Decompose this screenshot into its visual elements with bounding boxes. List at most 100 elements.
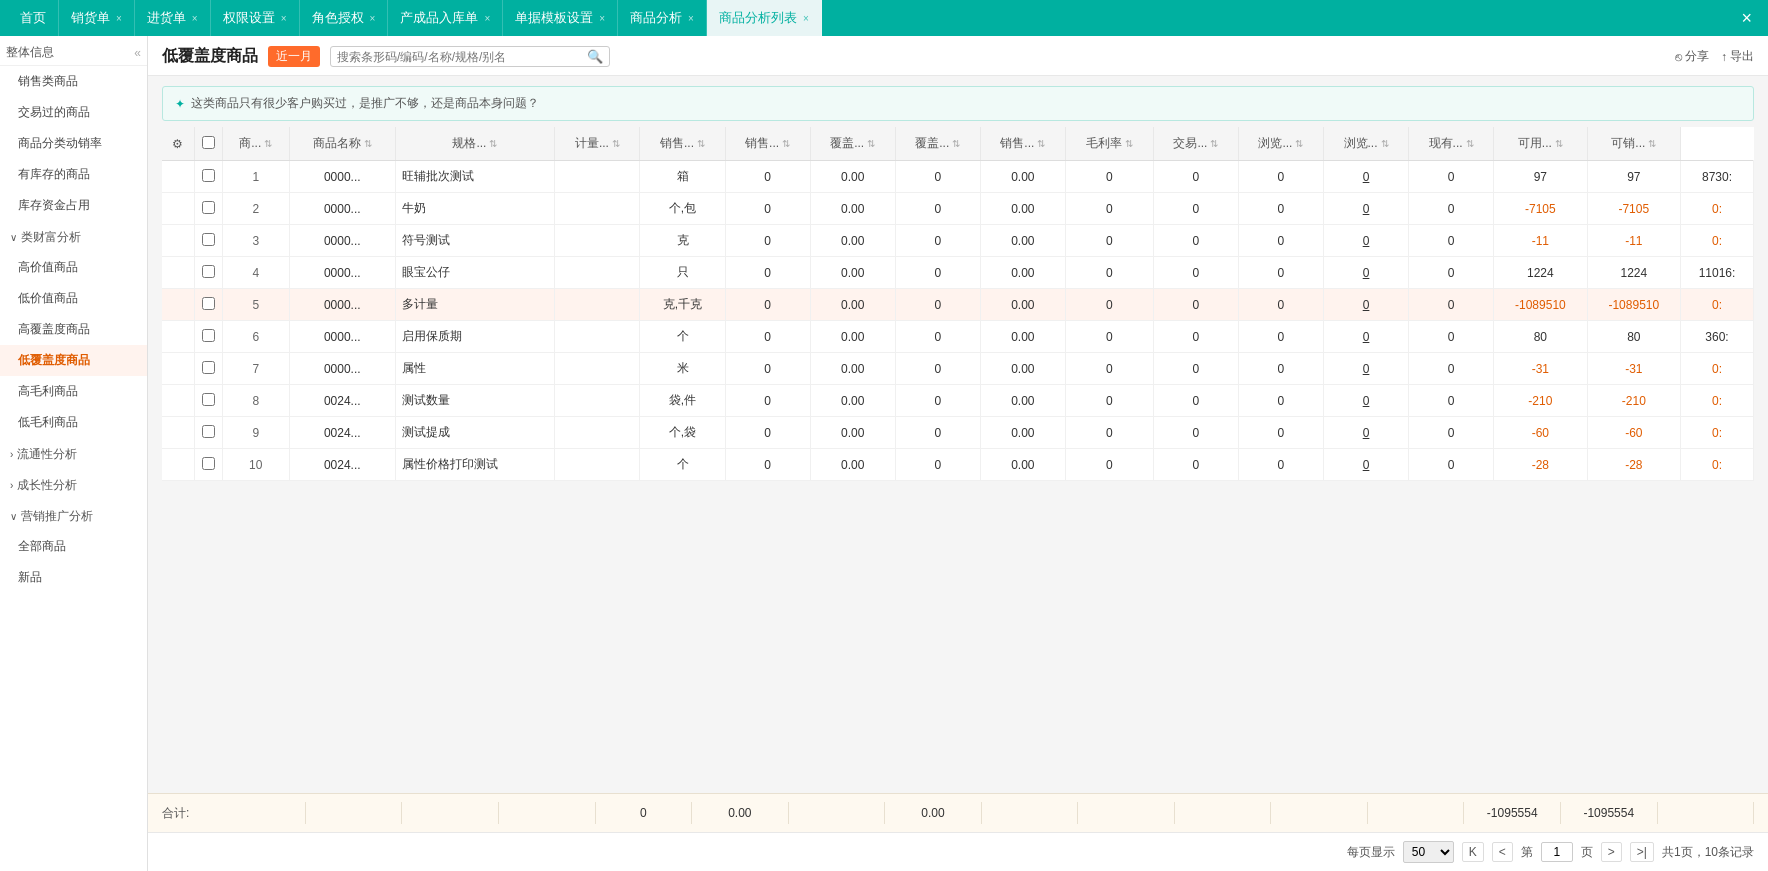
row-browse1[interactable]: 0 xyxy=(1324,321,1409,353)
nav-tab-purchase-close[interactable]: × xyxy=(192,13,198,24)
row-sales-amt: 0.00 xyxy=(810,321,895,353)
col-coverage1[interactable]: 覆盖...⇅ xyxy=(810,127,895,161)
nav-tab-purchase[interactable]: 进货单 × xyxy=(135,0,211,36)
nav-tab-roles[interactable]: 角色授权 × xyxy=(300,0,389,36)
row-code: 0024... xyxy=(289,449,395,481)
row-browse1[interactable]: 0 xyxy=(1324,161,1409,193)
sidebar-item-all-goods[interactable]: 全部商品 xyxy=(0,531,147,562)
nav-tab-product-analysis-list-close[interactable]: × xyxy=(803,13,809,24)
row-checkbox[interactable] xyxy=(202,169,215,182)
footer-cell-spacer3 xyxy=(402,802,499,824)
nav-tab-home[interactable]: 首页 xyxy=(8,0,59,36)
row-checkbox[interactable] xyxy=(202,201,215,214)
row-checkbox[interactable] xyxy=(202,233,215,246)
nav-tab-product-analysis-list[interactable]: 商品分析列表 × xyxy=(707,0,822,36)
col-saleable[interactable]: 可销...⇅ xyxy=(1587,127,1680,161)
sidebar-item-high-coverage[interactable]: 高覆盖度商品 xyxy=(0,314,147,345)
nav-tab-template-close[interactable]: × xyxy=(599,13,605,24)
page-label: 第 xyxy=(1521,844,1533,861)
search-input[interactable] xyxy=(337,50,587,64)
sidebar-item-sales-goods[interactable]: 销售类商品 xyxy=(0,66,147,97)
sidebar-item-traded-goods[interactable]: 交易过的商品 xyxy=(0,97,147,128)
nav-tab-product-analysis[interactable]: 商品分析 × xyxy=(618,0,707,36)
nav-tab-permissions-close[interactable]: × xyxy=(281,13,287,24)
sidebar-item-category-turnover[interactable]: 商品分类动销率 xyxy=(0,128,147,159)
row-browse1[interactable]: 0 xyxy=(1324,417,1409,449)
sidebar-section-wealth-analysis[interactable]: ∨ 类财富分析 xyxy=(0,221,147,252)
col-sales-amt[interactable]: 销售...⇅ xyxy=(725,127,810,161)
row-browse1[interactable]: 0 xyxy=(1324,449,1409,481)
next-page-button[interactable]: > xyxy=(1601,842,1622,862)
export-button[interactable]: ↑ 导出 xyxy=(1721,48,1754,65)
select-all-checkbox[interactable] xyxy=(202,136,215,149)
sidebar-item-in-stock-goods[interactable]: 有库存的商品 xyxy=(0,159,147,190)
first-page-button[interactable]: K xyxy=(1462,842,1484,862)
row-checkbox[interactable] xyxy=(202,457,215,470)
close-all-tabs-button[interactable]: × xyxy=(1733,8,1760,29)
row-browse1[interactable]: 0 xyxy=(1324,225,1409,257)
sidebar-item-stock-capital[interactable]: 库存资金占用 xyxy=(0,190,147,221)
nav-tab-roles-close[interactable]: × xyxy=(370,13,376,24)
col-coverage2[interactable]: 覆盖...⇅ xyxy=(895,127,980,161)
row-checkbox[interactable] xyxy=(202,361,215,374)
col-sales-qty[interactable]: 销售...⇅ xyxy=(640,127,725,161)
nav-tab-product-warehouse-close[interactable]: × xyxy=(484,13,490,24)
row-transaction: 0 xyxy=(1238,449,1323,481)
col-name[interactable]: 商品名称⇅ xyxy=(289,127,395,161)
per-page-select[interactable]: 50 10 20 100 xyxy=(1403,841,1454,863)
sidebar-item-low-coverage[interactable]: 低覆盖度商品 xyxy=(0,345,147,376)
prev-page-button[interactable]: < xyxy=(1492,842,1513,862)
col-sales3[interactable]: 销售...⇅ xyxy=(980,127,1065,161)
col-spec[interactable]: 规格...⇅ xyxy=(395,127,555,161)
table-row: 2 0000... 牛奶 个,包 0 0.00 0 0.00 0 0 0 0 0… xyxy=(162,193,1754,225)
sidebar-item-high-margin[interactable]: 高毛利商品 xyxy=(0,376,147,407)
col-available[interactable]: 可用...⇅ xyxy=(1494,127,1587,161)
sidebar-section-liquidity[interactable]: › 流通性分析 xyxy=(0,438,147,469)
row-sales-qty: 0 xyxy=(725,449,810,481)
sidebar-section-growth[interactable]: › 成长性分析 xyxy=(0,469,147,500)
share-button[interactable]: ⎋ 分享 xyxy=(1675,48,1709,65)
nav-tab-permissions[interactable]: 权限设置 × xyxy=(211,0,300,36)
sidebar-item-new-goods[interactable]: 新品 xyxy=(0,562,147,593)
col-transaction[interactable]: 交易...⇅ xyxy=(1153,127,1238,161)
col-browse1[interactable]: 浏览...⇅ xyxy=(1238,127,1323,161)
nav-tab-sales[interactable]: 销货单 × xyxy=(59,0,135,36)
row-checkbox[interactable] xyxy=(202,425,215,438)
export-label: 导出 xyxy=(1730,48,1754,65)
col-settings[interactable]: ⚙ xyxy=(162,127,194,161)
sidebar-item-low-value[interactable]: 低价值商品 xyxy=(0,283,147,314)
col-unit[interactable]: 计量...⇅ xyxy=(555,127,640,161)
row-browse1[interactable]: 0 xyxy=(1324,289,1409,321)
sidebar-item-low-margin[interactable]: 低毛利商品 xyxy=(0,407,147,438)
table-row: 8 0024... 测试数量 袋,件 0 0.00 0 0.00 0 0 0 0… xyxy=(162,385,1754,417)
last-page-button[interactable]: >| xyxy=(1630,842,1654,862)
row-checkbox[interactable] xyxy=(202,393,215,406)
row-checkbox[interactable] xyxy=(202,265,215,278)
sidebar-section-wealth-label: 类财富分析 xyxy=(21,229,81,246)
col-gross-margin[interactable]: 毛利率⇅ xyxy=(1065,127,1153,161)
row-saleable: 0: xyxy=(1681,225,1754,257)
nav-tab-template[interactable]: 单据模板设置 × xyxy=(503,0,618,36)
col-current-stock[interactable]: 现有...⇅ xyxy=(1409,127,1494,161)
col-code[interactable]: 商...⇅ xyxy=(222,127,289,161)
row-checkbox[interactable] xyxy=(202,329,215,342)
row-browse1[interactable]: 0 xyxy=(1324,193,1409,225)
sort-icon4: ⇅ xyxy=(612,138,620,149)
sidebar-item-high-value[interactable]: 高价值商品 xyxy=(0,252,147,283)
row-browse1[interactable]: 0 xyxy=(1324,257,1409,289)
col-browse2[interactable]: 浏览...⇅ xyxy=(1324,127,1409,161)
row-coverage1: 0 xyxy=(895,353,980,385)
row-checkbox[interactable] xyxy=(202,297,215,310)
nav-tab-product-warehouse[interactable]: 产成品入库单 × xyxy=(388,0,503,36)
page-number-input[interactable] xyxy=(1541,842,1573,862)
row-unit: 个 xyxy=(640,321,725,353)
row-name: 符号测试 xyxy=(395,225,555,257)
nav-tab-product-analysis-close[interactable]: × xyxy=(688,13,694,24)
row-settings xyxy=(162,385,194,417)
sidebar-collapse-button[interactable]: « xyxy=(134,46,141,60)
row-browse1[interactable]: 0 xyxy=(1324,385,1409,417)
row-browse1[interactable]: 0 xyxy=(1324,353,1409,385)
time-filter-button[interactable]: 近一月 xyxy=(268,46,320,67)
sidebar-section-marketing[interactable]: ∨ 营销推广分析 xyxy=(0,500,147,531)
nav-tab-sales-close[interactable]: × xyxy=(116,13,122,24)
